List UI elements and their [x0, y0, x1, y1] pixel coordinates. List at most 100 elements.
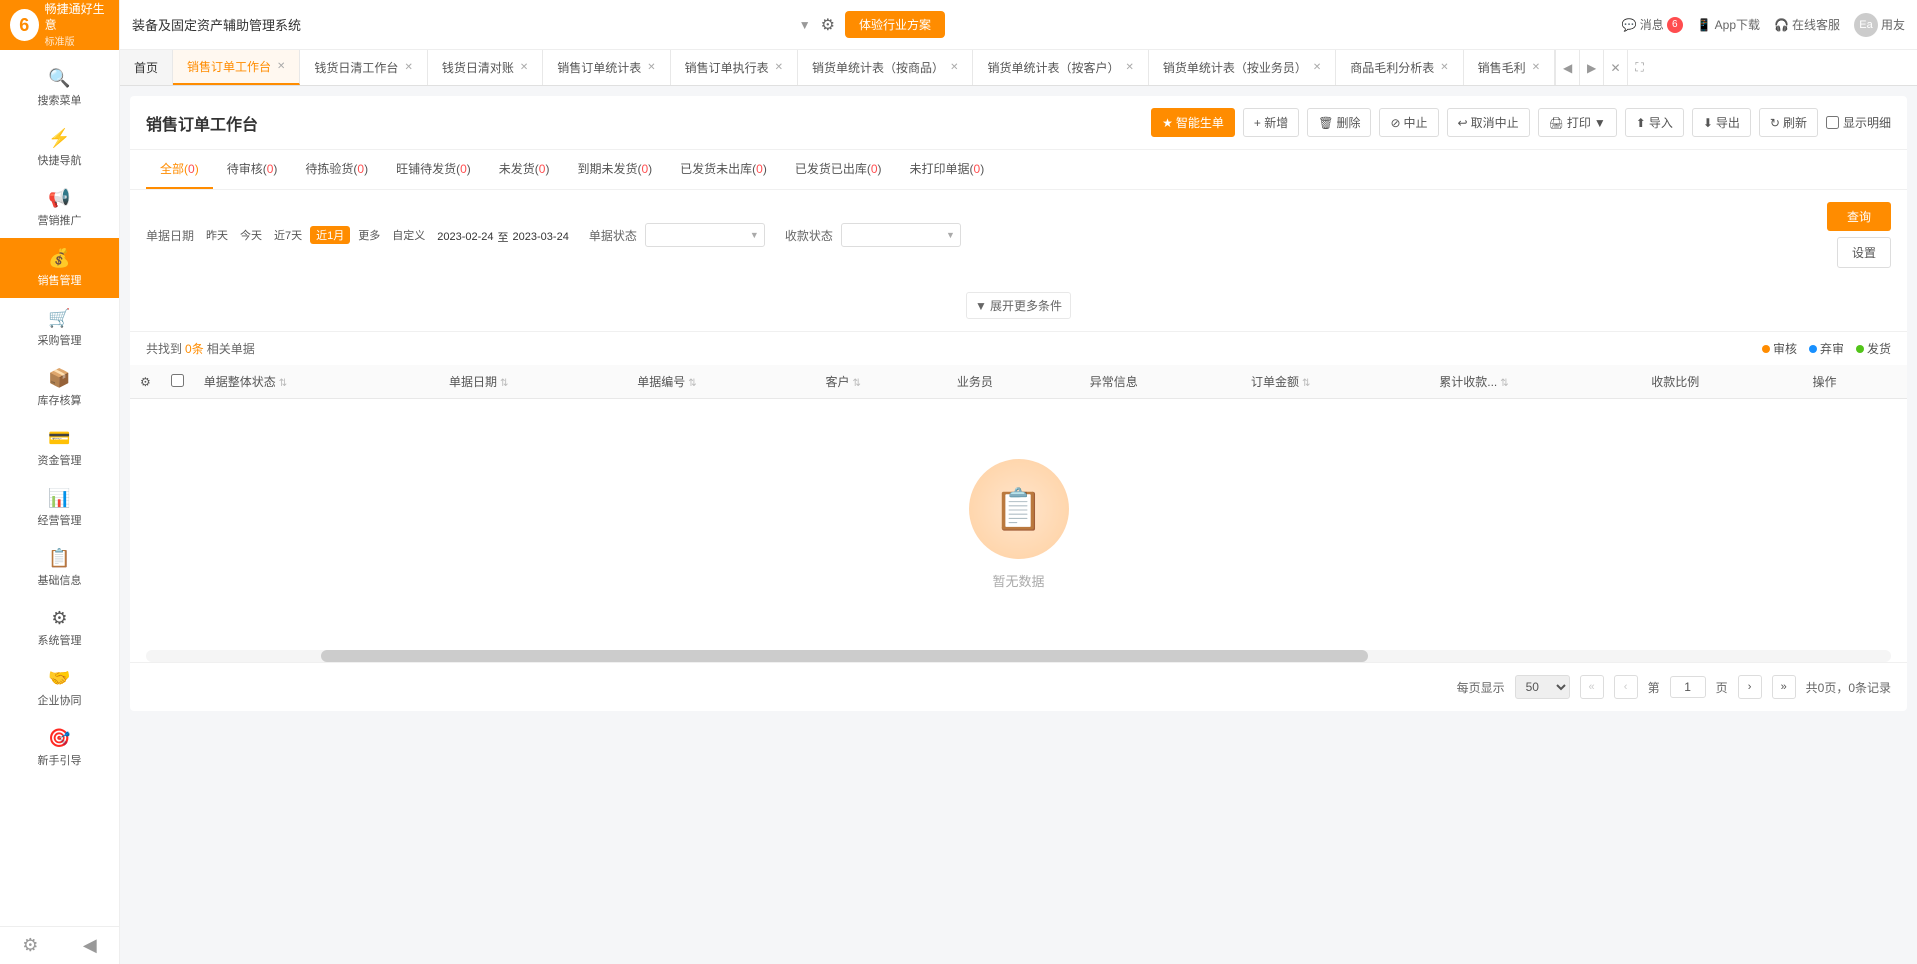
query-btn[interactable]: 查询 — [1827, 202, 1891, 231]
tab-close-cash-reconcile[interactable]: ✕ — [520, 62, 528, 73]
tab-close-sales-workbench[interactable]: ✕ — [277, 61, 285, 72]
date-opt-1month[interactable]: 近1月 — [310, 226, 350, 244]
show-detail-label[interactable]: 显示明细 — [1826, 114, 1891, 131]
col-collected: 累计收款...⇅ — [1429, 365, 1641, 399]
tab-sales-stat-customer[interactable]: 销货单统计表（按客户）✕ — [973, 50, 1148, 85]
print-btn[interactable]: 🖨 打印 ▼ — [1538, 108, 1617, 137]
user-area[interactable]: Ea 用友 — [1854, 13, 1905, 37]
scrollbar-thumb[interactable] — [321, 650, 1368, 662]
tab-close-sales-order-exec[interactable]: ✕ — [775, 62, 783, 73]
tab-close-all[interactable]: ✕ — [1603, 50, 1627, 85]
first-page-btn[interactable]: « — [1580, 675, 1604, 699]
prev-page-btn[interactable]: ‹ — [1614, 675, 1638, 699]
delete-btn[interactable]: 🗑 删除 — [1307, 108, 1371, 137]
col-exception: 异常信息 — [1080, 365, 1241, 399]
page-input[interactable] — [1670, 676, 1706, 698]
ship-dot — [1856, 345, 1864, 353]
sidebar-item-sales[interactable]: 💰 销售管理 — [0, 238, 119, 298]
sidebar-item-enterprise[interactable]: 🤝 企业协同 — [0, 658, 119, 718]
sidebar-item-inventory[interactable]: 📦 库存核算 — [0, 358, 119, 418]
tab-cash-reconcile[interactable]: 钱货日清对账✕ — [428, 50, 543, 85]
filter-tab-not-shipped[interactable]: 未发货(0) — [485, 150, 564, 189]
filter-tab-shipped-warehouse[interactable]: 已发货已出库(0) — [781, 150, 896, 189]
app-download-btn[interactable]: 📱 App下载 — [1697, 16, 1760, 33]
sidebar-item-purchase[interactable]: 🛒 采购管理 — [0, 298, 119, 358]
export-btn[interactable]: ⬇ 导出 — [1692, 108, 1751, 137]
tab-close-sales-stat-product[interactable]: ✕ — [950, 62, 958, 73]
tab-close-sales-order-stat[interactable]: ✕ — [647, 62, 655, 73]
new-btn[interactable]: + 新增 — [1243, 108, 1299, 137]
tab-nav-next[interactable]: ▶ — [1579, 50, 1603, 85]
sidebar-item-guide[interactable]: 🎯 新手引导 — [0, 718, 119, 778]
filter-tab-pending-review[interactable]: 待审核(0) — [213, 150, 292, 189]
tab-close-sales-profit[interactable]: ✕ — [1532, 62, 1540, 73]
cancel-review-btn[interactable]: 弃审 — [1809, 340, 1844, 357]
setting-btn[interactable]: 设置 — [1837, 237, 1891, 268]
online-service-btn[interactable]: 🎧 在线客服 — [1774, 16, 1840, 33]
date-opt-today[interactable]: 今天 — [236, 226, 266, 244]
sidebar-item-basic-info[interactable]: 📋 基础信息 — [0, 538, 119, 598]
per-page-select[interactable]: 50 100 200 — [1515, 675, 1570, 699]
filter-tab-label-pending-check: 待拣验货(0) — [305, 162, 368, 176]
tab-product-margin[interactable]: 商品毛利分析表 ✕ — [1336, 50, 1463, 85]
show-detail-checkbox[interactable] — [1826, 116, 1839, 129]
sidebar-settings-icon[interactable]: ⚙ — [22, 935, 38, 956]
smart-gen-btn[interactable]: ★ 智能生单 — [1151, 108, 1235, 137]
refresh-btn[interactable]: ↻ 刷新 — [1759, 108, 1818, 137]
tab-close-product-margin[interactable]: ✕ — [1440, 62, 1448, 73]
review-dot — [1762, 345, 1770, 353]
date-opt-yesterday[interactable]: 昨天 — [202, 226, 232, 244]
filter-tab-shipped-not-warehouse[interactable]: 已发货未出库(0) — [666, 150, 781, 189]
tab-close-sales-stat-customer[interactable]: ✕ — [1125, 62, 1133, 73]
sidebar-item-sys-mgmt[interactable]: ⚙ 系统管理 — [0, 598, 119, 658]
expand-btn[interactable]: ▼ 展开更多条件 — [966, 292, 1071, 319]
search-bar: 单据日期 昨天 今天 近7天 近1月 更多 自定义 2023-02-24 至 2… — [130, 190, 1907, 332]
review-btn[interactable]: 审核 — [1762, 340, 1797, 357]
message-btn[interactable]: 💬 消息 6 — [1622, 16, 1683, 33]
topbar-gear-icon[interactable]: ⚙ — [821, 15, 835, 35]
topbar-dropdown-icon[interactable]: ▼ — [799, 18, 811, 32]
industry-btn[interactable]: 体验行业方案 — [845, 11, 945, 38]
horizontal-scrollbar[interactable] — [146, 650, 1891, 662]
date-opt-more[interactable]: 更多 — [354, 226, 384, 244]
date-opt-custom[interactable]: 自定义 — [388, 226, 429, 244]
filter-tab-all[interactable]: 全部(0) — [146, 150, 213, 189]
tab-close-cash-daily[interactable]: ✕ — [404, 62, 412, 73]
tab-sales-order-stat[interactable]: 销售订单统计表✕ — [543, 50, 670, 85]
import-btn[interactable]: ⬆ 导入 — [1625, 108, 1684, 137]
sidebar-collapse-icon[interactable]: ◀ — [83, 935, 97, 956]
sales-icon: 💰 — [48, 248, 70, 269]
tab-home[interactable]: 首页 — [120, 50, 173, 85]
next-page-btn[interactable]: › — [1738, 675, 1762, 699]
last-page-btn[interactable]: » — [1772, 675, 1796, 699]
tab-sales-profit[interactable]: 销售毛利✕ — [1464, 50, 1555, 85]
quick-nav-icon: ⚡ — [48, 128, 70, 149]
filter-tab-overdue-not-shipped[interactable]: 到期未发货(0) — [563, 150, 666, 189]
ship-btn[interactable]: 发货 — [1856, 340, 1891, 357]
status-select[interactable] — [645, 223, 765, 247]
filter-tab-wangpu-pending[interactable]: 旺铺待发货(0) — [382, 150, 485, 189]
tab-nav-prev[interactable]: ◀ — [1555, 50, 1579, 85]
sidebar-label-guide: 新手引导 — [38, 752, 82, 768]
tab-fullscreen[interactable]: ⛶ — [1627, 50, 1651, 85]
tab-sales-workbench[interactable]: 销售订单工作台✕ — [173, 50, 300, 85]
date-opt-7days[interactable]: 近7天 — [270, 226, 306, 244]
sidebar-item-operations[interactable]: 📊 经营管理 — [0, 478, 119, 538]
tab-sales-stat-staff[interactable]: 销货单统计表（按业务员）✕ — [1149, 50, 1336, 85]
tab-label-product-margin: 商品毛利分析表 — [1350, 59, 1434, 76]
cancel-suspend-btn[interactable]: ↩ 取消中止 — [1447, 108, 1530, 137]
tab-close-sales-stat-staff[interactable]: ✕ — [1313, 62, 1321, 73]
tab-cash-daily[interactable]: 钱货日清工作台✕ — [300, 50, 427, 85]
sidebar-item-search[interactable]: 🔍 搜索菜单 — [0, 58, 119, 118]
filter-tab-not-printed[interactable]: 未打印单据(0) — [896, 150, 999, 189]
sidebar-item-quick-nav[interactable]: ⚡ 快捷导航 — [0, 118, 119, 178]
suspend-btn[interactable]: ⊘ 中止 — [1379, 108, 1438, 137]
tab-sales-stat-product[interactable]: 销货单统计表（按商品）✕ — [798, 50, 973, 85]
payment-select[interactable] — [841, 223, 961, 247]
select-all-checkbox[interactable] — [171, 374, 184, 387]
filter-tab-pending-check[interactable]: 待拣验货(0) — [291, 150, 382, 189]
tab-sales-order-exec[interactable]: 销售订单执行表✕ — [671, 50, 798, 85]
sidebar-item-marketing[interactable]: 📢 营销推广 — [0, 178, 119, 238]
total-label: 共0页，0条记录 — [1806, 679, 1891, 696]
sidebar-item-finance[interactable]: 💳 资金管理 — [0, 418, 119, 478]
